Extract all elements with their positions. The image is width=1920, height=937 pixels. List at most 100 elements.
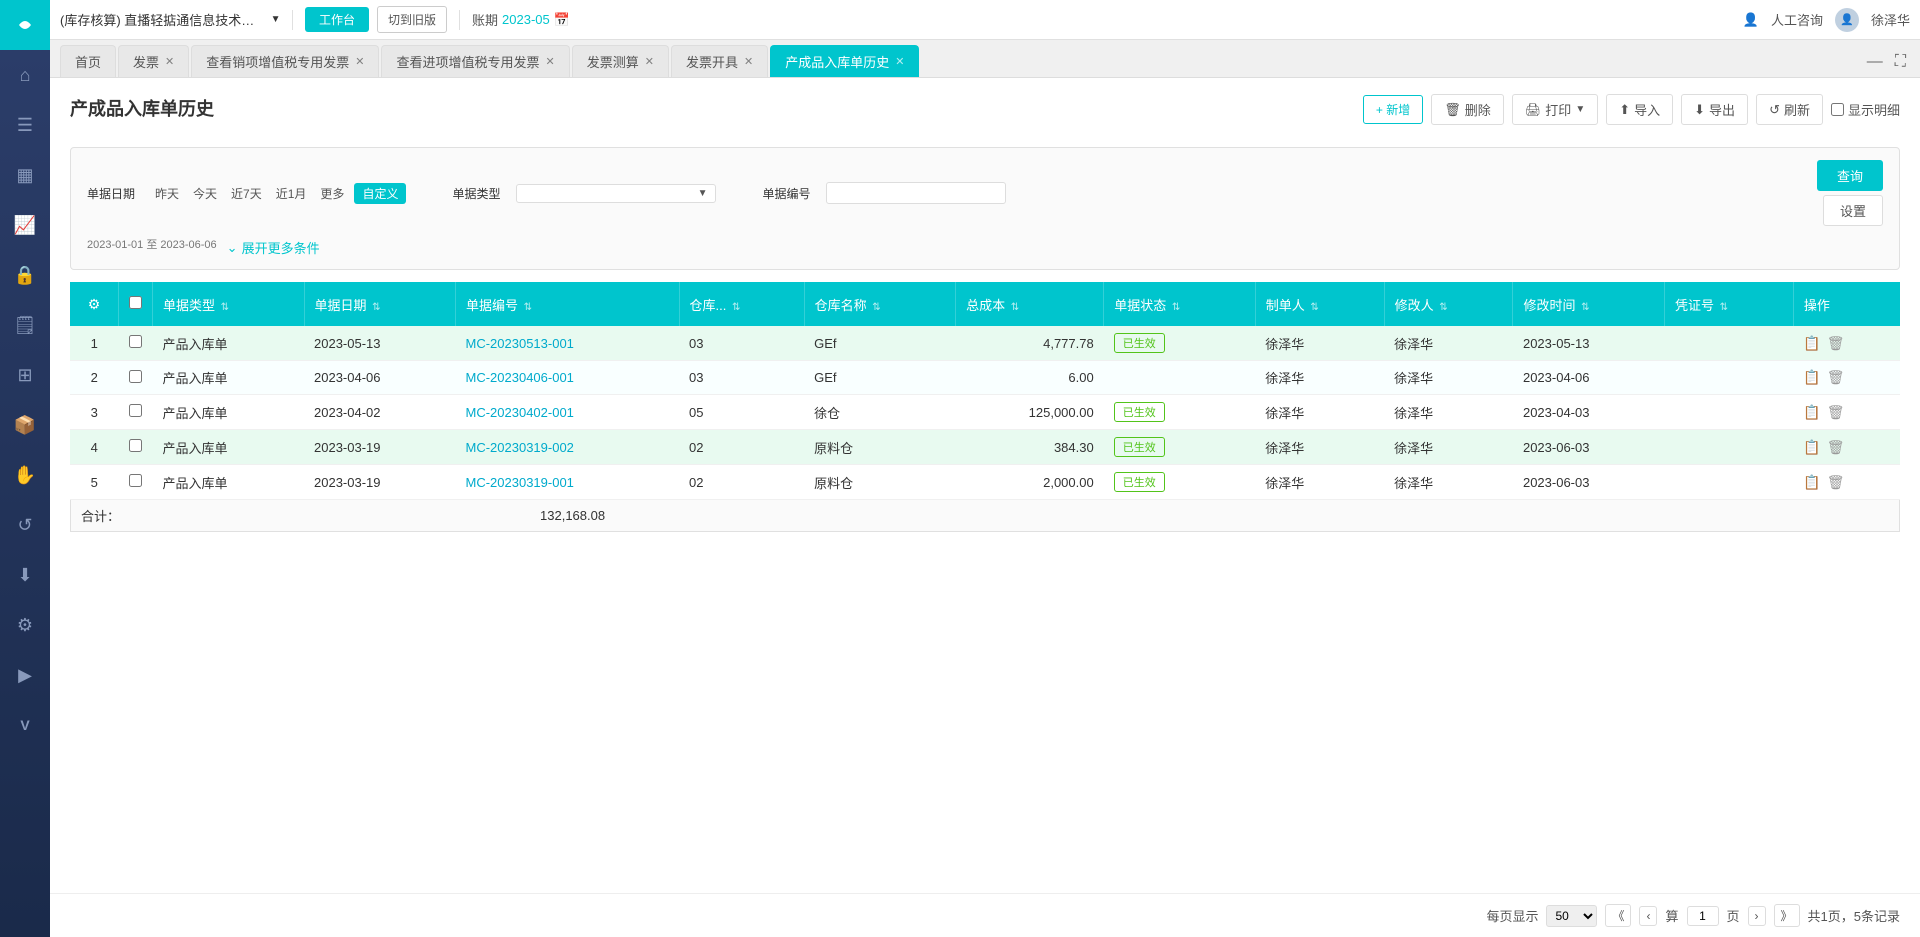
settings-gear-icon[interactable]: ⚙ [80, 290, 108, 318]
sidebar-item-lock[interactable]: 🔒 [0, 250, 50, 300]
tab-invoice-open[interactable]: 发票开具 ✕ [671, 45, 768, 77]
refresh-button[interactable]: ↺ 刷新 [1756, 94, 1823, 125]
th-modify-time[interactable]: 修改时间 ⇅ [1513, 282, 1665, 326]
th-modifier[interactable]: 修改人 ⇅ [1384, 282, 1513, 326]
sidebar-item-chart[interactable]: ▦ [0, 150, 50, 200]
per-page-select[interactable]: 50 100 200 [1546, 905, 1597, 927]
type-filter-select[interactable]: ▼ [516, 184, 716, 203]
tab-product-in[interactable]: 产成品入库单历史 ✕ [770, 45, 919, 77]
sidebar-item-home[interactable]: ⌂ [0, 50, 50, 100]
sidebar-item-report[interactable]: 📈 [0, 200, 50, 250]
select-all-checkbox[interactable] [129, 296, 142, 309]
help-label[interactable]: 人工咨询 [1771, 10, 1823, 29]
date-link-more[interactable]: 更多 [316, 183, 348, 204]
sort-modify-time-icon: ⇅ [1581, 302, 1589, 313]
sidebar-item-table[interactable]: ⊞ [0, 350, 50, 400]
sidebar-item-download[interactable]: ⬇ [0, 550, 50, 600]
close-invoice-open-icon[interactable]: ✕ [744, 55, 753, 68]
next-page-button[interactable]: › [1748, 906, 1766, 926]
tab-actions: — ⛶ [1863, 51, 1920, 77]
row-edit-icon[interactable]: 📋 [1803, 474, 1820, 491]
row-delete-icon[interactable]: 🗑 [1827, 439, 1845, 456]
row-total-cost: 6.00 [956, 361, 1104, 395]
setting-button[interactable]: 设置 [1823, 195, 1883, 226]
row-number[interactable]: MC-20230319-002 [456, 430, 680, 465]
date-link-1month[interactable]: 近1月 [272, 183, 311, 204]
th-type[interactable]: 单据类型 ⇅ [153, 282, 305, 326]
th-voucher[interactable]: 凭证号 ⇅ [1664, 282, 1793, 326]
row-delete-icon[interactable]: 🗑 [1827, 474, 1845, 491]
sidebar-item-bill[interactable]: 🗒 [0, 300, 50, 350]
sidebar-item-storage[interactable]: 📦 [0, 400, 50, 450]
tab-home[interactable]: 首页 [60, 45, 116, 77]
th-wh-name[interactable]: 仓库名称 ⇅ [804, 282, 956, 326]
row-edit-icon[interactable]: 📋 [1803, 369, 1820, 386]
close-sales-vat-icon[interactable]: ✕ [355, 55, 364, 68]
row-delete-icon[interactable]: 🗑 [1827, 369, 1845, 386]
row-number[interactable]: MC-20230513-001 [456, 326, 680, 361]
prev-page-button[interactable]: ‹ [1639, 906, 1657, 926]
user-name[interactable]: 徐泽华 [1871, 10, 1910, 29]
row-checkbox[interactable] [129, 439, 142, 452]
number-filter-input[interactable] [826, 182, 1006, 204]
workbench-button[interactable]: 工作台 [305, 7, 369, 32]
new-button[interactable]: + 新增 [1363, 95, 1423, 124]
last-page-button[interactable]: 》 [1774, 904, 1800, 927]
tab-maximize-button[interactable]: ⛶ [1891, 51, 1910, 73]
tab-invoice[interactable]: 发票 ✕ [118, 45, 189, 77]
show-detail-checkbox[interactable] [1831, 103, 1844, 116]
date-link-yesterday[interactable]: 昨天 [151, 183, 183, 204]
query-button[interactable]: 查询 [1817, 160, 1883, 191]
date-link-7days[interactable]: 近7天 [227, 183, 266, 204]
th-cost[interactable]: 总成本 ⇅ [956, 282, 1104, 326]
row-checkbox[interactable] [129, 370, 142, 383]
date-link-custom[interactable]: 自定义 [354, 183, 406, 204]
close-input-vat-icon[interactable]: ✕ [546, 55, 555, 68]
row-edit-icon[interactable]: 📋 [1803, 335, 1820, 352]
company-selector[interactable]: (库存核算) 直播轻掂通信息技术股份... ▼ [60, 10, 280, 29]
row-number[interactable]: MC-20230406-001 [456, 361, 680, 395]
delete-button[interactable]: 🗑 删除 [1431, 94, 1504, 125]
import-icon: ⬆ [1619, 102, 1630, 118]
th-status[interactable]: 单据状态 ⇅ [1104, 282, 1256, 326]
page-input[interactable] [1687, 906, 1719, 926]
sidebar-item-doc[interactable]: ☰ [0, 100, 50, 150]
close-product-in-icon[interactable]: ✕ [895, 55, 904, 68]
print-button[interactable]: 🖨 打印 ▼ [1512, 94, 1598, 125]
first-page-button[interactable]: 《 [1605, 904, 1631, 927]
period-selector[interactable]: 账期 2023-05 📅 [472, 10, 570, 29]
row-delete-icon[interactable]: 🗑 [1827, 335, 1845, 352]
th-date[interactable]: 单据日期 ⇅ [304, 282, 456, 326]
tab-sales-vat[interactable]: 查看销项增值税专用发票 ✕ [191, 45, 379, 77]
th-number[interactable]: 单据编号 ⇅ [456, 282, 680, 326]
row-checkbox[interactable] [129, 474, 142, 487]
th-settings[interactable]: ⚙ [70, 282, 119, 326]
sidebar-item-hand[interactable]: ✋ [0, 450, 50, 500]
row-number[interactable]: MC-20230402-001 [456, 395, 680, 430]
row-delete-icon[interactable]: 🗑 [1827, 404, 1845, 421]
tab-input-vat[interactable]: 查看进项增值税专用发票 ✕ [381, 45, 569, 77]
close-invoice-icon[interactable]: ✕ [165, 55, 174, 68]
switch-version-button[interactable]: 切到旧版 [377, 6, 447, 33]
sidebar-item-refresh[interactable]: ↺ [0, 500, 50, 550]
expand-more-conditions[interactable]: ⌄ 展开更多条件 [227, 238, 320, 257]
tabbar: 首页 发票 ✕ 查看销项增值税专用发票 ✕ 查看进项增值税专用发票 ✕ 发票测算… [50, 40, 1920, 78]
export-button[interactable]: ⬇ 导出 [1681, 94, 1748, 125]
row-edit-icon[interactable]: 📋 [1803, 404, 1820, 421]
sidebar-item-play[interactable]: ▶ [0, 650, 50, 700]
tab-minimize-button[interactable]: — [1863, 51, 1887, 73]
sidebar-item-settings[interactable]: ⚙ [0, 600, 50, 650]
row-checkbox[interactable] [129, 335, 142, 348]
th-checkbox[interactable] [119, 282, 153, 326]
th-wh-code[interactable]: 仓库... ⇅ [679, 282, 804, 326]
date-link-today[interactable]: 今天 [189, 183, 221, 204]
th-creator[interactable]: 制单人 ⇅ [1255, 282, 1384, 326]
row-checkbox[interactable] [129, 404, 142, 417]
close-invoice-calc-icon[interactable]: ✕ [645, 55, 654, 68]
import-button[interactable]: ⬆ 导入 [1606, 94, 1673, 125]
tab-invoice-calc[interactable]: 发票测算 ✕ [572, 45, 669, 77]
row-number[interactable]: MC-20230319-001 [456, 465, 680, 500]
row-edit-icon[interactable]: 📋 [1803, 439, 1820, 456]
row-num: 3 [70, 395, 119, 430]
sidebar-item-version[interactable]: V [0, 700, 50, 750]
